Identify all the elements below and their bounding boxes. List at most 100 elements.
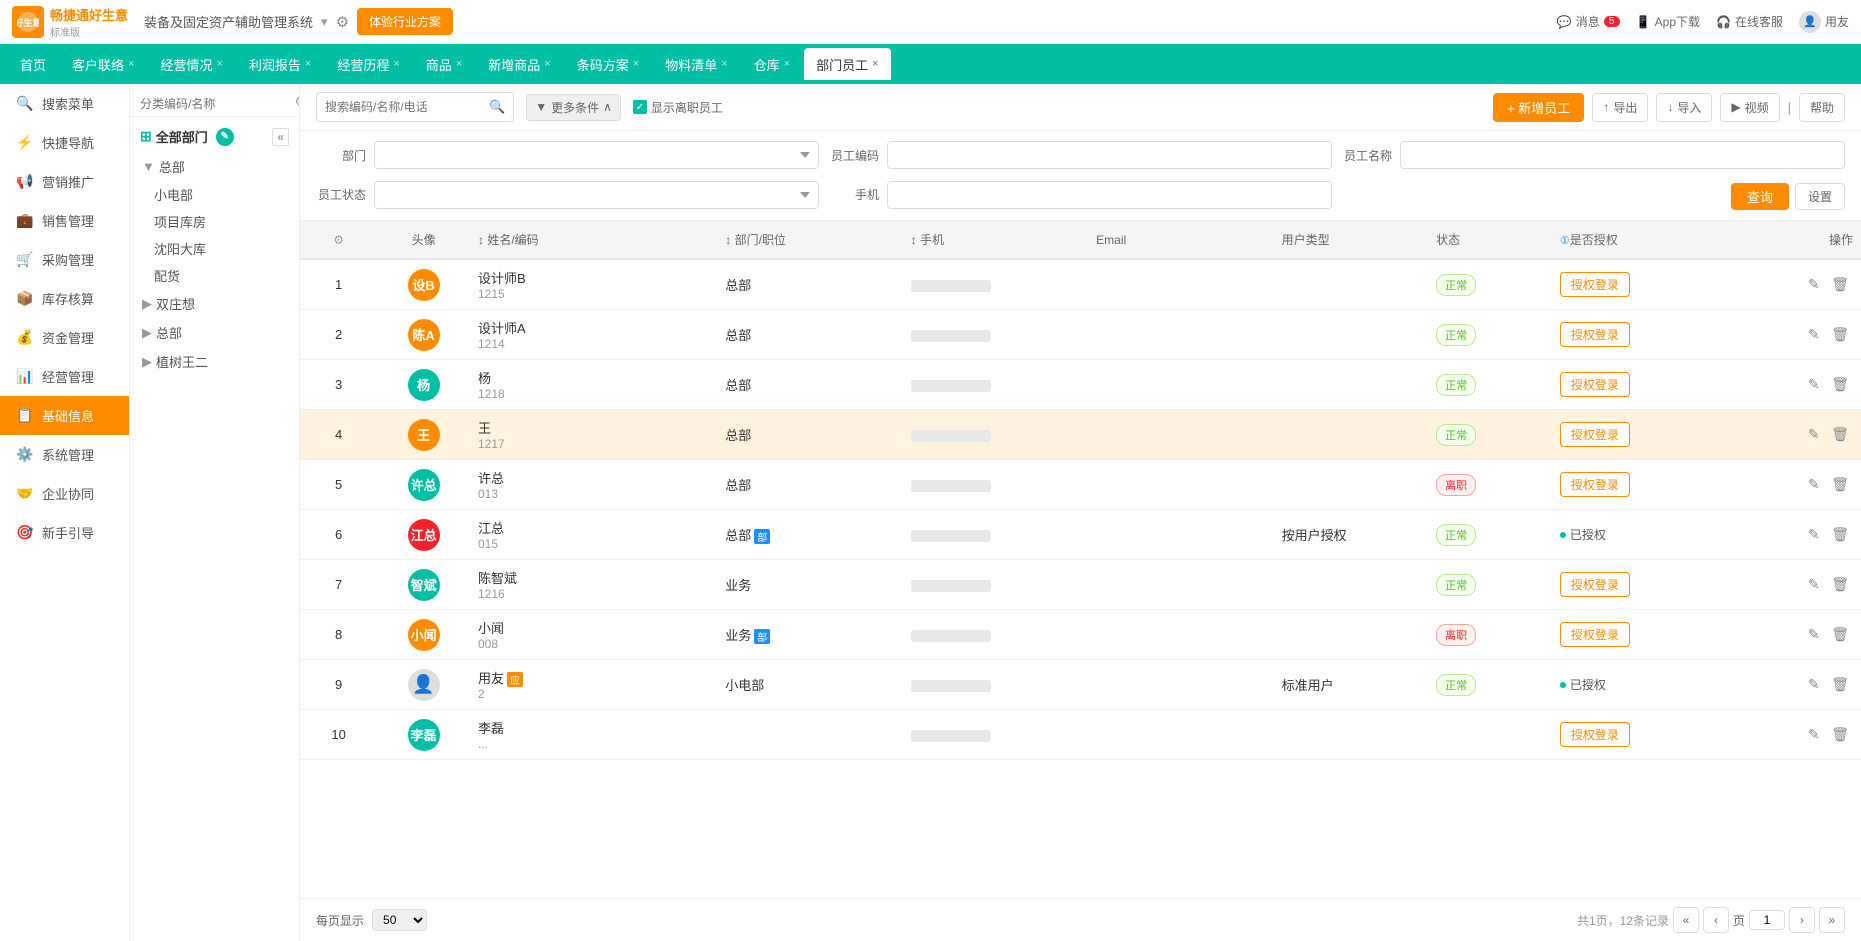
tree-item-xiaodian[interactable]: 小电部 bbox=[130, 181, 299, 208]
auth-login-btn[interactable]: 授权登录 bbox=[1560, 272, 1630, 297]
page-input[interactable] bbox=[1749, 910, 1785, 930]
settings-col-icon[interactable]: ⚙ bbox=[333, 233, 344, 247]
last-page-btn[interactable]: » bbox=[1819, 907, 1845, 933]
tree-collapse-btn[interactable]: « bbox=[272, 128, 289, 146]
tree-item-peihuo[interactable]: 配货 bbox=[130, 262, 299, 289]
tab-bom[interactable]: 物料清单 × bbox=[653, 48, 739, 80]
close-icon[interactable]: × bbox=[305, 58, 311, 70]
tree-node-shuangzhuang[interactable]: ▶ 双庄想 bbox=[130, 289, 299, 318]
sidebar-item-search[interactable]: 🔍 搜索菜单 bbox=[0, 84, 129, 123]
sidebar-item-basic-info[interactable]: 📋 基础信息 bbox=[0, 396, 129, 435]
edit-btn[interactable]: ✎ bbox=[1804, 324, 1824, 345]
settings-gear-icon[interactable]: ⚙ bbox=[336, 13, 349, 31]
sidebar-item-finance[interactable]: 💰 资金管理 bbox=[0, 318, 129, 357]
filter-more-btn[interactable]: ▼ 更多条件 ∧ bbox=[526, 94, 621, 121]
auth-login-btn[interactable]: 授权登录 bbox=[1560, 572, 1630, 597]
tab-goods[interactable]: 商品 × bbox=[414, 48, 474, 80]
edit-btn[interactable]: ✎ bbox=[1804, 574, 1824, 595]
auth-login-btn[interactable]: 授权登录 bbox=[1560, 322, 1630, 347]
tab-profit[interactable]: 利润报告 × bbox=[237, 48, 323, 80]
tree-edit-icon[interactable]: ✎ bbox=[216, 128, 234, 146]
delete-btn[interactable]: 🗑 bbox=[1827, 424, 1853, 445]
close-icon[interactable]: × bbox=[784, 58, 790, 70]
show-inactive-toggle[interactable]: ✓ 显示离职员工 bbox=[633, 99, 723, 116]
delete-btn[interactable]: 🗑 bbox=[1827, 574, 1853, 595]
tab-new-goods[interactable]: 新增商品 × bbox=[476, 48, 562, 80]
sidebar-item-sales[interactable]: 💼 销售管理 bbox=[0, 201, 129, 240]
first-page-btn[interactable]: « bbox=[1673, 907, 1699, 933]
close-icon[interactable]: × bbox=[872, 58, 878, 70]
tab-customer[interactable]: 客户联络 × bbox=[60, 48, 146, 80]
export-btn[interactable]: ↑ 导出 bbox=[1592, 93, 1648, 122]
status-select[interactable] bbox=[374, 181, 819, 209]
delete-btn[interactable]: 🗑 bbox=[1827, 624, 1853, 645]
edit-btn[interactable]: ✎ bbox=[1804, 524, 1824, 545]
delete-btn[interactable]: 🗑 bbox=[1827, 374, 1853, 395]
auth-login-btn[interactable]: 授权登录 bbox=[1560, 472, 1630, 497]
edit-btn[interactable]: ✎ bbox=[1804, 674, 1824, 695]
tab-operations[interactable]: 经营情况 × bbox=[148, 48, 234, 80]
tree-node-zhishu[interactable]: ▶ 植树王二 bbox=[130, 347, 299, 376]
emp-code-input[interactable] bbox=[887, 141, 1332, 169]
delete-btn[interactable]: 🗑 bbox=[1827, 524, 1853, 545]
close-icon[interactable]: × bbox=[216, 58, 222, 70]
tree-item-shenyang[interactable]: 沈阳大库 bbox=[130, 235, 299, 262]
auth-login-btn[interactable]: 授权登录 bbox=[1560, 422, 1630, 447]
view-btn[interactable]: ▶ 视频 bbox=[1720, 93, 1779, 122]
sidebar-item-purchase[interactable]: 🛒 采购管理 bbox=[0, 240, 129, 279]
close-icon[interactable]: × bbox=[721, 58, 727, 70]
sidebar-item-marketing[interactable]: 📢 营销推广 bbox=[0, 162, 129, 201]
delete-btn[interactable]: 🗑 bbox=[1827, 324, 1853, 345]
emp-name-input[interactable] bbox=[1400, 141, 1845, 169]
sidebar-item-guide[interactable]: 🎯 新手引导 bbox=[0, 513, 129, 552]
edit-btn[interactable]: ✎ bbox=[1804, 274, 1824, 295]
edit-btn[interactable]: ✎ bbox=[1804, 624, 1824, 645]
edit-btn[interactable]: ✎ bbox=[1804, 474, 1824, 495]
next-page-btn[interactable]: › bbox=[1789, 907, 1815, 933]
delete-btn[interactable]: 🗑 bbox=[1827, 674, 1853, 695]
sidebar-item-inventory[interactable]: 📦 库存核算 bbox=[0, 279, 129, 318]
search-input[interactable] bbox=[325, 100, 485, 114]
sidebar-item-quicknav[interactable]: ⚡ 快捷导航 bbox=[0, 123, 129, 162]
per-page-select[interactable]: 50 100 bbox=[372, 909, 427, 931]
delete-btn[interactable]: 🗑 bbox=[1827, 274, 1853, 295]
tab-barcode[interactable]: 条码方案 × bbox=[565, 48, 651, 80]
col-name[interactable]: ↕ 姓名/编码 bbox=[470, 221, 717, 259]
delete-btn[interactable]: 🗑 bbox=[1827, 724, 1853, 745]
edit-btn[interactable]: ✎ bbox=[1804, 424, 1824, 445]
tab-warehouse[interactable]: 仓库 × bbox=[742, 48, 802, 80]
edit-btn[interactable]: ✎ bbox=[1804, 724, 1824, 745]
delete-btn[interactable]: 🗑 bbox=[1827, 474, 1853, 495]
sidebar-item-collab[interactable]: 🤝 企业协同 bbox=[0, 474, 129, 513]
reset-btn[interactable]: 设置 bbox=[1795, 183, 1845, 210]
trial-button[interactable]: 体验行业方案 bbox=[357, 8, 453, 35]
auth-login-btn[interactable]: 授权登录 bbox=[1560, 372, 1630, 397]
col-phone[interactable]: ↕ 手机 bbox=[903, 221, 1088, 259]
sidebar-item-operations[interactable]: 📊 经营管理 bbox=[0, 357, 129, 396]
app-download-action[interactable]: 📱 App下载 bbox=[1636, 13, 1700, 30]
add-employee-btn[interactable]: + 新增员工 bbox=[1493, 93, 1584, 122]
tree-search-input[interactable] bbox=[140, 97, 295, 111]
tree-all-dept[interactable]: ⊞ 全部部门 ✎ « bbox=[130, 121, 299, 152]
help-btn[interactable]: 帮助 bbox=[1799, 93, 1845, 122]
col-dept[interactable]: ↕ 部门/职位 bbox=[717, 221, 902, 259]
auth-login-btn[interactable]: 授权登录 bbox=[1560, 622, 1630, 647]
edit-btn[interactable]: ✎ bbox=[1804, 374, 1824, 395]
auth-login-btn[interactable]: 授权登录 bbox=[1560, 722, 1630, 747]
sys-title-dropdown[interactable]: ▾ bbox=[321, 14, 328, 30]
dept-select[interactable] bbox=[374, 141, 819, 169]
tree-item-project[interactable]: 项目库房 bbox=[130, 208, 299, 235]
close-icon[interactable]: × bbox=[456, 58, 462, 70]
prev-page-btn[interactable]: ‹ bbox=[1703, 907, 1729, 933]
user-action[interactable]: 👤 用友 bbox=[1799, 11, 1849, 33]
tab-history[interactable]: 经营历程 × bbox=[325, 48, 411, 80]
tab-dept-staff[interactable]: 部门员工 × bbox=[804, 48, 890, 80]
close-icon[interactable]: × bbox=[393, 58, 399, 70]
close-icon[interactable]: × bbox=[633, 58, 639, 70]
tree-node-head[interactable]: ▼ 总部 bbox=[130, 152, 299, 181]
service-action[interactable]: 🎧 在线客服 bbox=[1716, 13, 1783, 30]
search-btn[interactable]: 查询 bbox=[1731, 183, 1789, 210]
tree-node-zongbu[interactable]: ▶ 总部 bbox=[130, 318, 299, 347]
close-icon[interactable]: × bbox=[128, 58, 134, 70]
sidebar-item-system[interactable]: ⚙️ 系统管理 bbox=[0, 435, 129, 474]
